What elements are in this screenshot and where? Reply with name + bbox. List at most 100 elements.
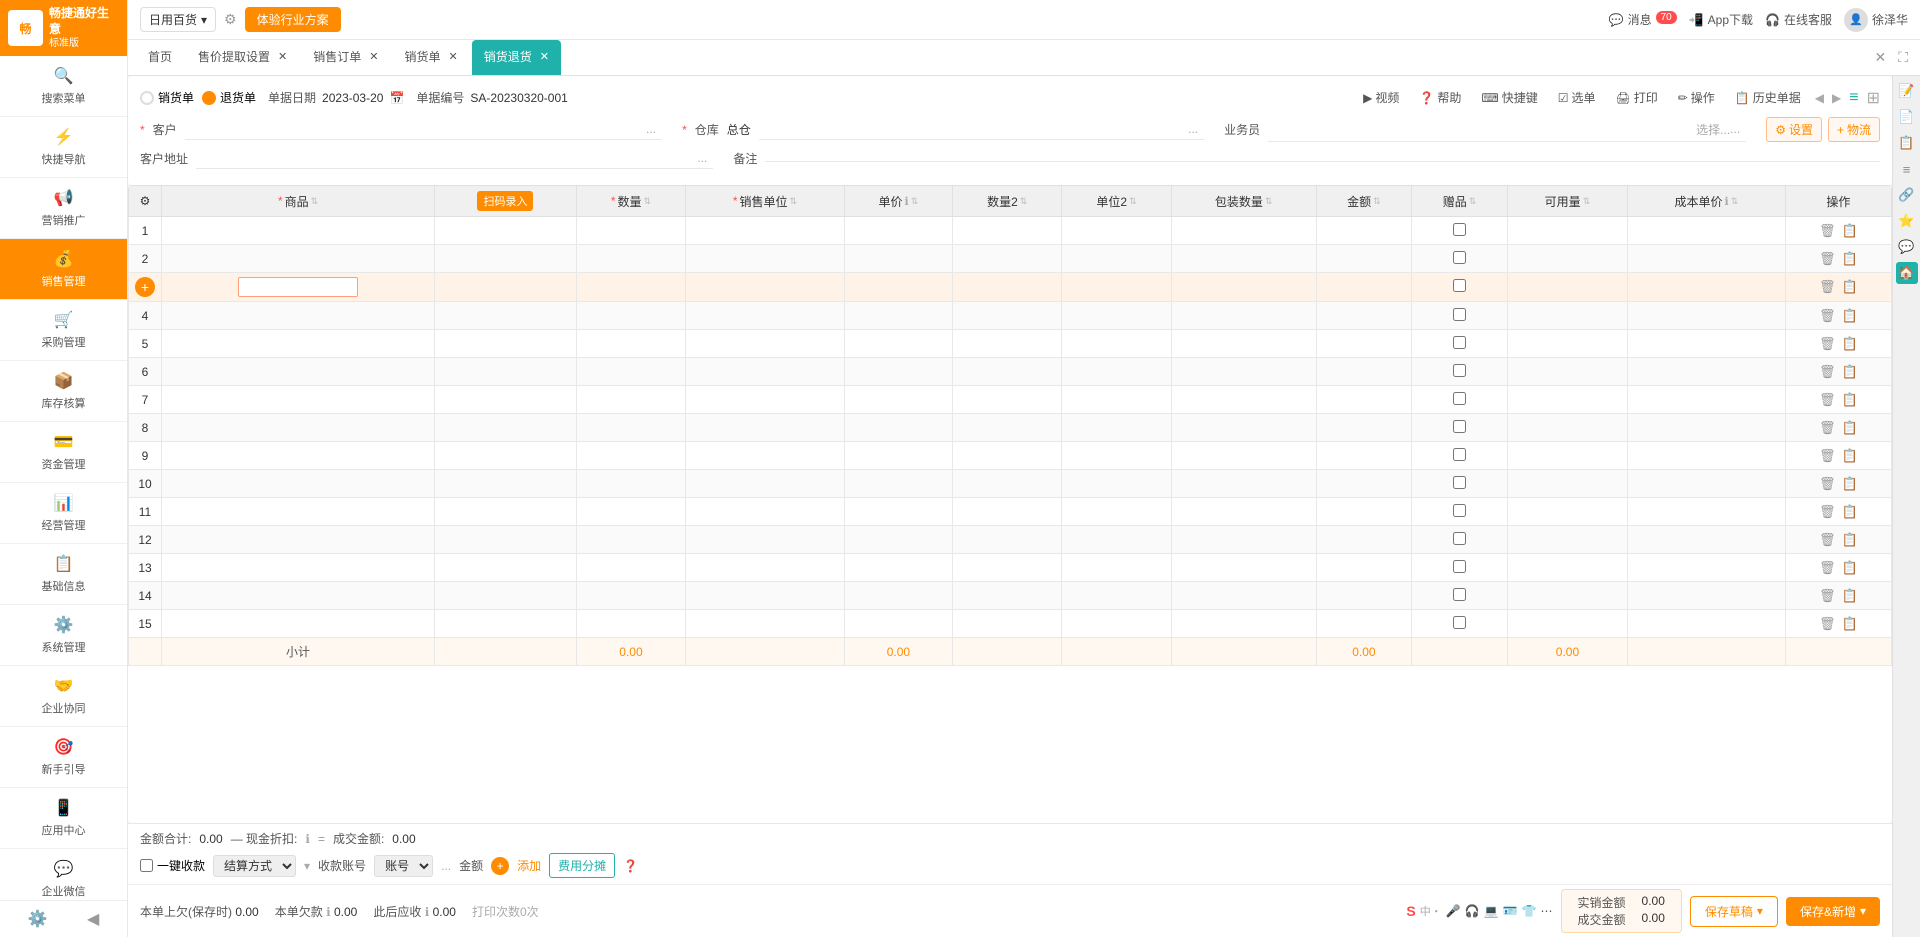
discount-info-icon[interactable]: ℹ	[305, 832, 310, 846]
save-new-btn[interactable]: 保存&新增 ▾	[1786, 897, 1880, 926]
qty-sort[interactable]: ⇅	[644, 196, 652, 207]
radio-sale-btn[interactable]	[140, 91, 154, 105]
pkg-cell-3[interactable]	[1171, 273, 1316, 302]
save-draft-btn[interactable]: 保存草稿 ▾	[1690, 896, 1778, 927]
cost-info-icon[interactable]: ℹ	[1725, 195, 1729, 208]
settings-btn[interactable]: ⚙ 设置	[1766, 117, 1822, 142]
cost-cell-1[interactable]	[1628, 217, 1786, 245]
app-download-btn[interactable]: 📲 App下载	[1689, 11, 1753, 28]
price-cell-3[interactable]	[844, 273, 952, 302]
product-cell-1[interactable]	[162, 217, 435, 245]
delete-btn[interactable]: 🗑	[1819, 392, 1836, 408]
delete-btn[interactable]: 🗑	[1819, 336, 1836, 352]
tab-close-price[interactable]: ✕	[278, 50, 287, 63]
copy-btn[interactable]: 📋	[1842, 420, 1858, 436]
gift-cell-1[interactable]	[1412, 217, 1508, 245]
cost-sort[interactable]: ⇅	[1731, 196, 1739, 207]
unit-cell-3[interactable]	[686, 273, 845, 302]
add-row-btn[interactable]: +	[135, 277, 155, 297]
product-cell-3[interactable]	[162, 273, 435, 302]
right-tool-note1[interactable]: 📝	[1896, 80, 1918, 102]
right-tool-note2[interactable]: 📄	[1896, 106, 1918, 128]
sidebar-item-newbie[interactable]: 🎯 新手引导	[0, 727, 127, 788]
fee-help-icon[interactable]: ❓	[623, 859, 638, 873]
trial-btn[interactable]: 体验行业方案	[245, 7, 341, 32]
calc-method-select[interactable]: 结算方式	[213, 855, 296, 877]
shortcut-key-btn[interactable]: ⌨ 快捷键	[1475, 86, 1543, 109]
payment-check[interactable]	[140, 859, 153, 872]
amount-cell-2[interactable]	[1316, 245, 1412, 273]
product-input-3[interactable]	[238, 277, 358, 297]
sidebar-item-inventory[interactable]: 📦 库存核算	[0, 361, 127, 422]
copy-btn[interactable]: 📋	[1842, 364, 1858, 380]
tab-close-return[interactable]: ✕	[540, 50, 549, 63]
video-btn[interactable]: ▶ 视频	[1357, 86, 1405, 109]
tab-close-bill[interactable]: ✕	[449, 50, 458, 63]
copy-btn-1[interactable]: 📋	[1842, 223, 1858, 239]
radio-return-btn[interactable]	[202, 91, 216, 105]
right-tool-home[interactable]: 🏠	[1896, 262, 1918, 284]
copy-btn[interactable]: 📋	[1842, 504, 1858, 520]
debt-info-icon[interactable]: ℹ	[326, 905, 331, 919]
print-btn[interactable]: 🖨 打印	[1609, 86, 1663, 109]
qty-cell-1[interactable]	[576, 217, 685, 245]
product-cell-2[interactable]	[162, 245, 435, 273]
cost-cell-2[interactable]	[1628, 245, 1786, 273]
amount-cell-3[interactable]	[1316, 273, 1412, 302]
view-list-icon[interactable]: ≡	[1849, 89, 1858, 107]
pkg-cell-1[interactable]	[1171, 217, 1316, 245]
tab-sales-bill[interactable]: 销货单 ✕	[392, 40, 469, 75]
qty2-sort[interactable]: ⇅	[1020, 196, 1028, 207]
copy-btn[interactable]: 📋	[1842, 392, 1858, 408]
unit2-cell-1[interactable]	[1062, 217, 1171, 245]
copy-btn[interactable]: 📋	[1842, 308, 1858, 324]
gift-cell-2[interactable]	[1412, 245, 1508, 273]
address-input[interactable]: ...	[196, 148, 713, 169]
sidebar-item-wechat[interactable]: 💬 企业微信	[0, 849, 127, 900]
qty-cell-2[interactable]	[576, 245, 685, 273]
mic-icon[interactable]: 🎤	[1446, 904, 1461, 918]
qty-cell-3[interactable]	[576, 273, 685, 302]
product-sort[interactable]: ⇅	[311, 196, 319, 207]
sidebar-item-sales[interactable]: 💰 销售管理	[0, 239, 127, 300]
sidebar-item-marketing[interactable]: 📢 营销推广	[0, 178, 127, 239]
delete-btn[interactable]: 🗑	[1819, 560, 1836, 576]
unit-sort[interactable]: ⇅	[790, 196, 798, 207]
gift-checkbox-2[interactable]	[1453, 251, 1466, 264]
price-cell-2[interactable]	[844, 245, 952, 273]
pkg-cell-2[interactable]	[1171, 245, 1316, 273]
calendar-icon[interactable]: 📅	[389, 91, 404, 105]
close-tab-icon[interactable]: ✕	[1870, 49, 1890, 66]
topbar-gear-icon[interactable]: ⚙	[224, 11, 237, 28]
right-tool-star[interactable]: ⭐	[1896, 210, 1918, 232]
prev-record-icon[interactable]: ◀	[1815, 91, 1824, 105]
gift-sort[interactable]: ⇅	[1469, 196, 1477, 207]
gift-checkbox-3[interactable]	[1453, 279, 1466, 292]
sidebar-item-system[interactable]: ⚙️ 系统管理	[0, 605, 127, 666]
copy-btn-2[interactable]: 📋	[1842, 251, 1858, 267]
unit-cell-2[interactable]	[686, 245, 845, 273]
radio-sale[interactable]: 销货单	[140, 89, 194, 106]
right-tool-link[interactable]: 🔗	[1896, 184, 1918, 206]
tab-home[interactable]: 首页	[136, 40, 184, 75]
sidebar-item-operations[interactable]: 📊 经营管理	[0, 483, 127, 544]
tab-close-order[interactable]: ✕	[369, 50, 378, 63]
right-tool-list[interactable]: ≡	[1896, 158, 1918, 180]
avail-cell-3[interactable]	[1507, 273, 1627, 302]
sidebar-item-shortcut[interactable]: ⚡ 快捷导航	[0, 117, 127, 178]
delete-btn[interactable]: 🗑	[1819, 504, 1836, 520]
remark-input[interactable]	[765, 155, 1880, 162]
fee-split-btn[interactable]: 费用分摊	[549, 853, 615, 878]
receivable-info-icon[interactable]: ℹ	[425, 905, 430, 919]
settings-icon[interactable]: ⚙️	[28, 909, 48, 929]
online-service-btn[interactable]: 🎧 在线客服	[1765, 11, 1832, 28]
delete-btn[interactable]: 🗑	[1819, 588, 1836, 604]
next-record-icon[interactable]: ▶	[1832, 91, 1841, 105]
delete-btn[interactable]: 🗑	[1819, 308, 1836, 324]
sidebar-item-basic[interactable]: 📋 基础信息	[0, 544, 127, 605]
history-btn[interactable]: 📋 历史单据	[1729, 86, 1807, 109]
unit2-cell-3[interactable]	[1062, 273, 1171, 302]
unit2-sort[interactable]: ⇅	[1129, 196, 1137, 207]
maximize-icon[interactable]: ⛶	[1894, 49, 1912, 66]
scan-input-btn[interactable]: 扫码录入	[477, 191, 533, 211]
